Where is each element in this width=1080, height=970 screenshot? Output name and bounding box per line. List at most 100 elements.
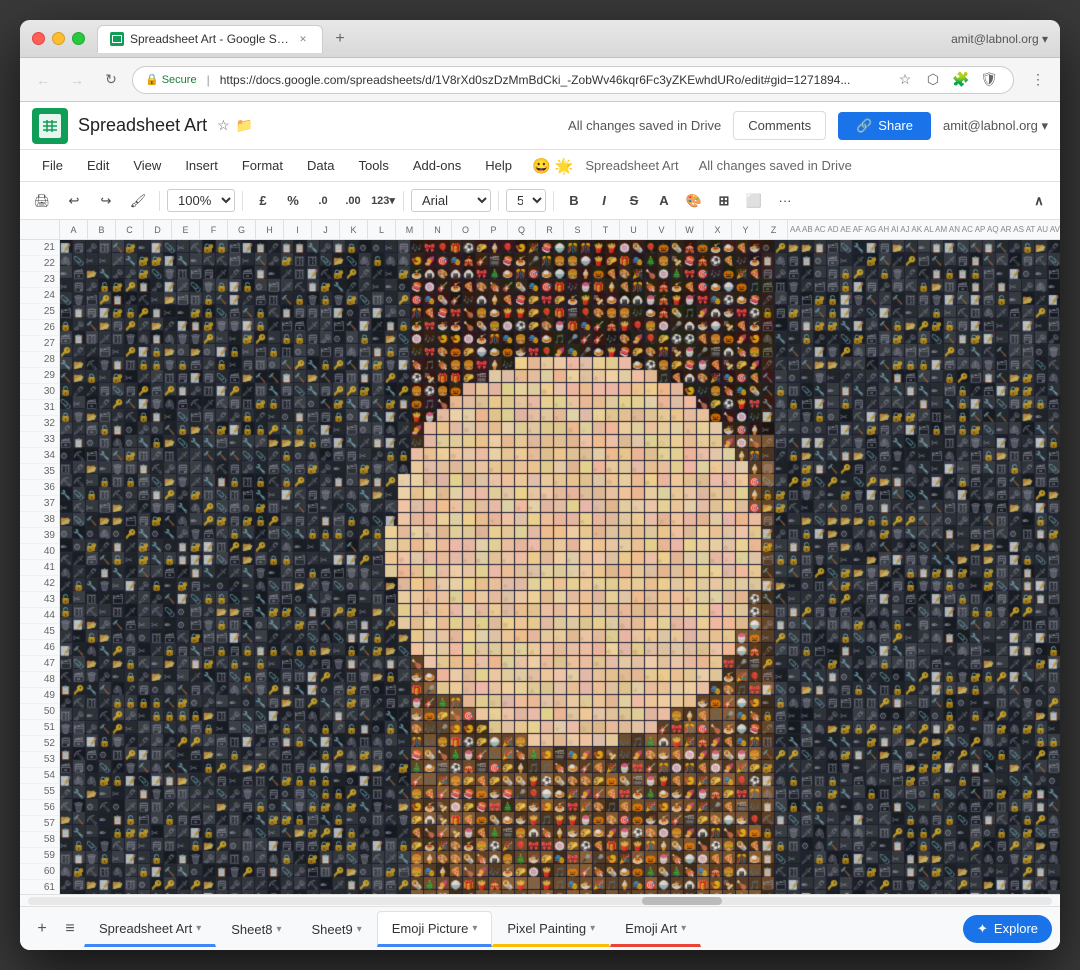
highlight-button[interactable]: 🎨 [681,188,707,214]
col-x[interactable]: X [704,220,732,239]
italic-button[interactable]: I [591,188,617,214]
col-e[interactable]: E [172,220,200,239]
col-v[interactable]: V [648,220,676,239]
col-w[interactable]: W [676,220,704,239]
row-38[interactable]: 38 [20,512,59,528]
menu-file[interactable]: File [32,154,73,177]
star-icon[interactable]: ☆ [217,117,230,134]
horizontal-scrollbar[interactable] [20,894,1060,906]
col-y[interactable]: Y [732,220,760,239]
more-button[interactable]: ··· [771,187,799,215]
bold-button[interactable]: B [561,188,587,214]
row-57[interactable]: 57 [20,816,59,832]
row-32[interactable]: 32 [20,416,59,432]
menu-data[interactable]: Data [297,154,344,177]
zoom-select[interactable]: 100% [167,189,235,212]
col-b[interactable]: B [88,220,116,239]
row-28[interactable]: 28 [20,352,59,368]
active-tab[interactable]: Spreadsheet Art - Google She... ✕ [97,25,323,53]
col-h[interactable]: H [256,220,284,239]
format-number-button[interactable]: 123▾ [370,188,396,214]
menu-dots-icon[interactable]: ⋮ [1026,68,1050,92]
strikethrough-button[interactable]: S [621,188,647,214]
row-27[interactable]: 27 [20,336,59,352]
new-tab-button[interactable]: + [327,26,353,52]
row-40[interactable]: 40 [20,544,59,560]
row-26[interactable]: 26 [20,320,59,336]
col-s[interactable]: S [564,220,592,239]
menu-help[interactable]: Help [475,154,522,177]
row-47[interactable]: 47 [20,656,59,672]
col-u[interactable]: U [620,220,648,239]
redo-button[interactable]: ↪ [92,187,120,215]
col-r[interactable]: R [536,220,564,239]
row-37[interactable]: 37 [20,496,59,512]
tab-emoji-art[interactable]: Emoji Art ▾ [610,911,701,947]
menu-insert[interactable]: Insert [175,154,228,177]
explore-button[interactable]: ✦ Explore [963,915,1052,943]
font-select[interactable]: Arial [411,189,491,212]
row-61[interactable]: 61 [20,880,59,894]
print-button[interactable]: 🖨 [28,187,56,215]
menu-edit[interactable]: Edit [77,154,119,177]
font-size-select[interactable]: 5 [506,189,546,212]
row-24[interactable]: 24 [20,288,59,304]
row-55[interactable]: 55 [20,784,59,800]
share-button[interactable]: 🔗 Share [838,112,931,140]
col-q[interactable]: Q [508,220,536,239]
row-51[interactable]: 51 [20,720,59,736]
tab-sheet8[interactable]: Sheet8 ▾ [216,911,296,947]
col-g[interactable]: G [228,220,256,239]
col-k[interactable]: K [340,220,368,239]
row-49[interactable]: 49 [20,688,59,704]
col-z[interactable]: Z [760,220,788,239]
row-42[interactable]: 42 [20,576,59,592]
row-31[interactable]: 31 [20,400,59,416]
reload-button[interactable]: ↻ [98,67,124,93]
sheet-list-button[interactable]: ≡ [56,915,84,943]
col-p[interactable]: P [480,220,508,239]
profile-sync-icon[interactable]: ⬡ [921,68,945,92]
maximize-button[interactable] [72,32,85,45]
menu-format[interactable]: Format [232,154,293,177]
row-21[interactable]: 21 [20,240,59,256]
security-icon[interactable]: 🛡 [977,68,1001,92]
minimize-button[interactable] [52,32,65,45]
row-52[interactable]: 52 [20,736,59,752]
folder-icon[interactable]: 📁 [236,117,253,134]
borders-button[interactable]: ⊞ [711,188,737,214]
row-58[interactable]: 58 [20,832,59,848]
row-29[interactable]: 29 [20,368,59,384]
col-f[interactable]: F [200,220,228,239]
col-a[interactable]: A [60,220,88,239]
text-color-button[interactable]: A [651,188,677,214]
undo-button[interactable]: ↩ [60,187,88,215]
bookmark-icon[interactable]: ☆ [893,68,917,92]
tab-sheet9[interactable]: Sheet9 ▾ [297,911,377,947]
add-sheet-button[interactable]: + [28,915,56,943]
row-44[interactable]: 44 [20,608,59,624]
row-43[interactable]: 43 [20,592,59,608]
decimal-less-button[interactable]: .0 [310,188,336,214]
row-22[interactable]: 22 [20,256,59,272]
row-50[interactable]: 50 [20,704,59,720]
row-48[interactable]: 48 [20,672,59,688]
percent-button[interactable]: % [280,188,306,214]
row-34[interactable]: 34 [20,448,59,464]
row-54[interactable]: 54 [20,768,59,784]
row-53[interactable]: 53 [20,752,59,768]
row-56[interactable]: 56 [20,800,59,816]
menu-tools[interactable]: Tools [348,154,398,177]
merge-button[interactable]: ⬜ [741,188,767,214]
menu-view[interactable]: View [123,154,171,177]
row-46[interactable]: 46 [20,640,59,656]
col-j[interactable]: J [312,220,340,239]
back-button[interactable]: ← [30,67,56,93]
tab-emoji-picture[interactable]: Emoji Picture ▾ [377,911,493,947]
paint-format-button[interactable]: 🖌 [124,187,152,215]
col-t[interactable]: T [592,220,620,239]
tab-pixel-painting[interactable]: Pixel Painting ▾ [492,911,610,947]
row-35[interactable]: 35 [20,464,59,480]
address-input[interactable]: 🔒 Secure | https://docs.google.com/sprea… [132,66,1014,94]
comments-button[interactable]: Comments [733,111,826,140]
